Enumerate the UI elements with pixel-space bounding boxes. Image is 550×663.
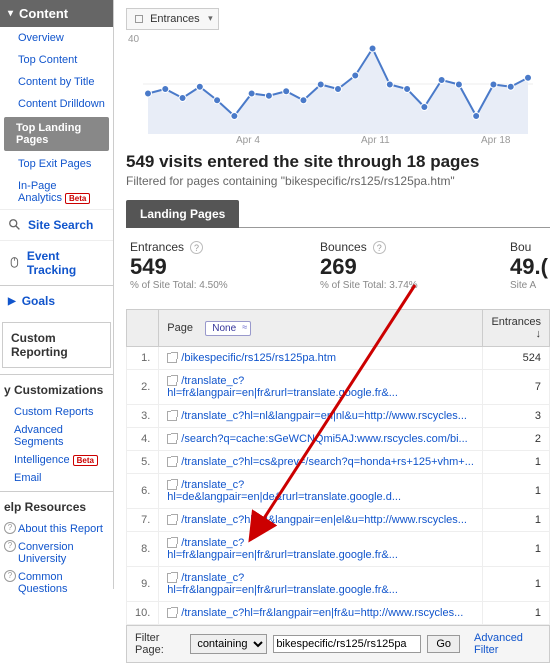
checkbox-icon [135, 15, 143, 23]
help-item[interactable]: Common Questions [4, 568, 109, 598]
sidebar-site-search[interactable]: Site Search [0, 209, 113, 240]
filter-input[interactable] [273, 635, 421, 653]
page-link[interactable]: /translate_c?hl=el&langpair=en|el&u=http… [181, 514, 467, 526]
table-row: 3./translate_c?hl=nl&langpair=en|nl&u=ht… [127, 405, 550, 428]
page-link[interactable]: /translate_c?hl=de&langpair=en|de&rurl=t… [167, 479, 401, 503]
help-icon[interactable]: ? [373, 241, 386, 254]
col-entrances[interactable]: Entrances ↓ [483, 310, 550, 347]
filter-row: Filter Page: containing Go Advanced Filt… [126, 625, 550, 663]
metric-entrances: Entrances? 549 % of Site Total: 4.50% [130, 240, 280, 291]
external-link-icon[interactable] [167, 457, 177, 467]
col-page[interactable]: Page None [159, 310, 483, 347]
external-link-icon[interactable] [167, 538, 177, 548]
arrow-right-icon: ▶ [8, 296, 16, 307]
external-link-icon[interactable] [167, 353, 177, 363]
table-row: 2./translate_c?hl=fr&langpair=en|fr&rurl… [127, 370, 550, 405]
table-row: 5./translate_c?hl=cs&prev=/search?q=hond… [127, 451, 550, 474]
nav-item-content-drilldown[interactable]: Content Drilldown [0, 93, 113, 115]
nav-item-top-content[interactable]: Top Content [0, 49, 113, 71]
table-row: 8./translate_c?hl=fr&langpair=en|fr&rurl… [127, 532, 550, 567]
custom-item[interactable]: Custom Reports [4, 403, 109, 421]
nav-item-in-page-analytics[interactable]: In-Page AnalyticsBeta [0, 175, 113, 209]
page-link[interactable]: /translate_c?hl=cs&prev=/search?q=honda+… [181, 456, 474, 468]
help-item[interactable]: About this Report [4, 520, 109, 538]
filter-label: Filter Page: [135, 632, 184, 656]
sidebar: ▾ Content OverviewTop ContentContent by … [0, 0, 114, 589]
tab-landing-pages[interactable]: Landing Pages [126, 200, 239, 228]
external-link-icon[interactable] [167, 376, 177, 386]
nav-item-overview[interactable]: Overview [0, 27, 113, 49]
custom-reporting-box[interactable]: Custom Reporting [2, 322, 111, 368]
page-link[interactable]: /translate_c?hl=fr&langpair=en|fr&rurl=t… [167, 375, 398, 399]
external-link-icon[interactable] [167, 434, 177, 444]
page-link[interactable]: /translate_c?hl=fr&langpair=en|fr&u=http… [181, 607, 463, 619]
external-link-icon[interactable] [167, 411, 177, 421]
segment-dropdown[interactable]: None [205, 321, 251, 336]
search-icon [8, 218, 22, 232]
sidebar-section-content[interactable]: ▾ Content [0, 0, 113, 27]
nav-item-top-landing-pages[interactable]: Top Landing Pages [4, 117, 109, 151]
custom-item[interactable]: IntelligenceBeta [4, 451, 109, 469]
custom-item[interactable]: Advanced Segments [4, 421, 109, 451]
help-icon[interactable]: ? [190, 241, 203, 254]
section-label: Content [19, 6, 68, 21]
table-row: 4./search?q=cache:sGeWCNQmi5AJ:www.rscyc… [127, 428, 550, 451]
table-row: 6./translate_c?hl=de&langpair=en|de&rurl… [127, 474, 550, 509]
nav-item-top-exit-pages[interactable]: Top Exit Pages [0, 153, 113, 175]
line-chart: 40 Apr 4 Apr 11 Apr 18 [126, 34, 550, 144]
page-link[interactable]: /translate_c?hl=nl&langpair=en|nl&u=http… [181, 410, 467, 422]
metrics-row: Entrances? 549 % of Site Total: 4.50% Bo… [126, 228, 550, 309]
page-link[interactable]: /translate_c?hl=fr&langpair=en|fr&rurl=t… [167, 537, 398, 561]
filter-mode-select[interactable]: containing [190, 634, 267, 654]
go-button[interactable]: Go [427, 635, 460, 653]
help-item[interactable]: Conversion University [4, 538, 109, 568]
subheadline: Filtered for pages containing "bikespeci… [126, 174, 550, 188]
table-row: 9./translate_c?hl=fr&langpair=en|fr&rurl… [127, 567, 550, 602]
custom-item[interactable]: Email [4, 469, 109, 487]
table-row: 1./bikespecific/rs125/rs125pa.htm524 [127, 347, 550, 370]
external-link-icon[interactable] [167, 608, 177, 618]
external-link-icon[interactable] [167, 515, 177, 525]
beta-badge: Beta [65, 193, 90, 204]
metric-bouncerate: Bou 49.( Site A [510, 240, 550, 291]
external-link-icon[interactable] [167, 573, 177, 583]
page-link[interactable]: /search?q=cache:sGeWCNQmi5AJ:www.rscycle… [181, 433, 467, 445]
chart-metric-dropdown[interactable]: Entrances [126, 8, 219, 30]
advanced-filter-link[interactable]: Advanced Filter [474, 632, 541, 656]
page-link[interactable]: /translate_c?hl=fr&langpair=en|fr&rurl=t… [167, 572, 398, 596]
sidebar-event-tracking[interactable]: Event Tracking [0, 240, 113, 285]
sidebar-goals[interactable]: ▶ Goals [0, 285, 113, 316]
arrow-down-icon: ▾ [8, 8, 13, 19]
nav-item-content-by-title[interactable]: Content by Title [0, 71, 113, 93]
page-link[interactable]: /bikespecific/rs125/rs125pa.htm [181, 352, 336, 364]
headline: 549 visits entered the site through 18 p… [126, 152, 550, 172]
metric-bounces: Bounces? 269 % of Site Total: 3.74% [320, 240, 470, 291]
beta-badge: Beta [73, 455, 98, 466]
my-customizations-box: y Customizations Custom ReportsAdvanced … [0, 374, 113, 491]
table-row: 10./translate_c?hl=fr&langpair=en|fr&u=h… [127, 602, 550, 625]
main-content: Entrances 40 Apr 4 Apr 11 Apr 18 549 vis… [114, 0, 550, 589]
external-link-icon[interactable] [167, 480, 177, 490]
help-resources-box: elp Resources About this ReportConversio… [0, 491, 113, 602]
mouse-icon [8, 256, 21, 270]
landing-pages-table: Page None Entrances ↓ 1./bikespecific/rs… [126, 309, 550, 625]
table-row: 7./translate_c?hl=el&langpair=en|el&u=ht… [127, 509, 550, 532]
